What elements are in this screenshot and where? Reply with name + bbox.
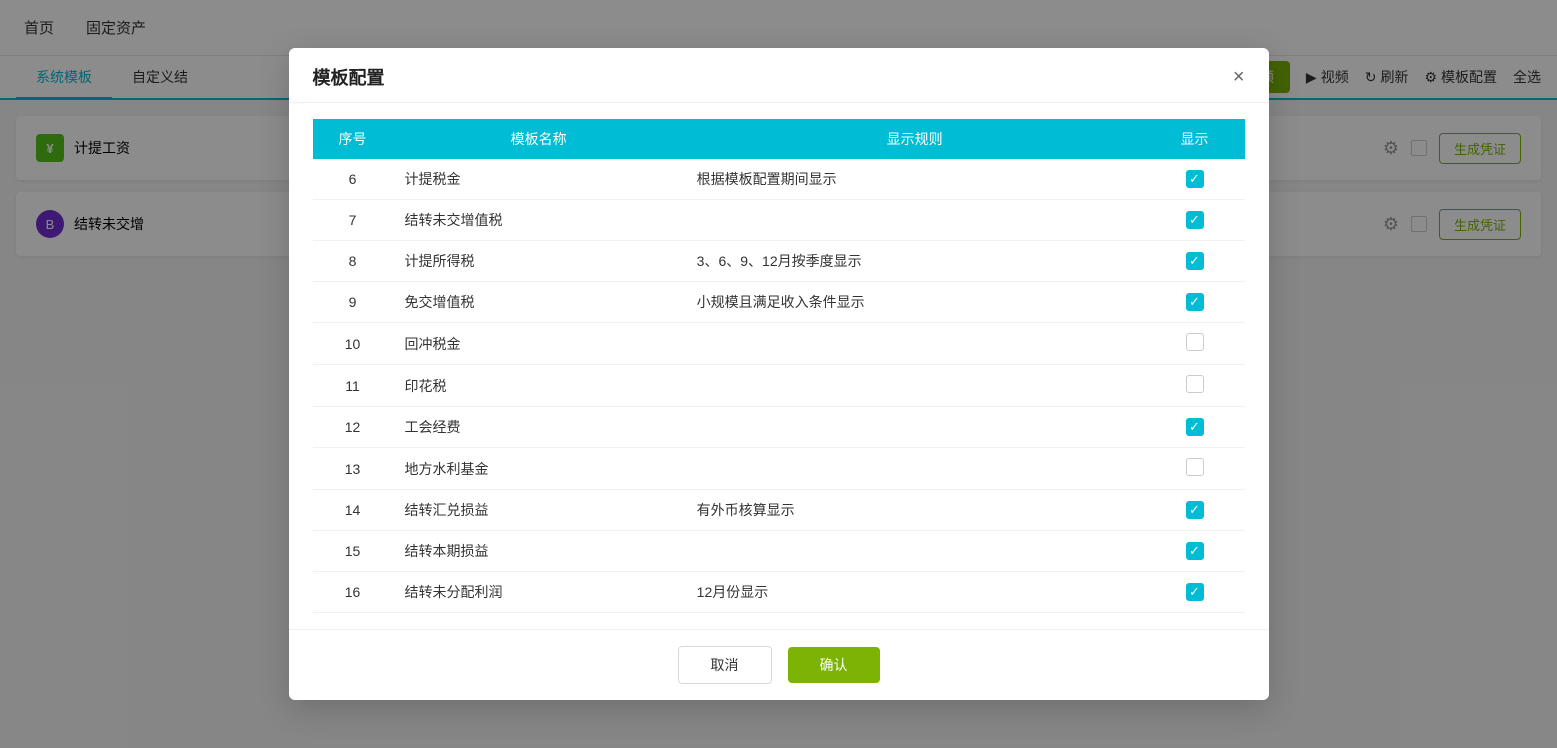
- checkbox-checked-icon[interactable]: ✓: [1186, 170, 1204, 188]
- cell-checkbox: ✓: [1145, 531, 1245, 572]
- confirm-button[interactable]: 确认: [788, 647, 880, 683]
- cell-id: 10: [313, 323, 393, 365]
- cell-name: 结转未交增值税: [393, 200, 685, 241]
- cell-name: 结转汇兑损益: [393, 490, 685, 531]
- modal-close-button[interactable]: ×: [1233, 67, 1245, 87]
- cell-rule: [685, 200, 1145, 241]
- cell-id: 6: [313, 159, 393, 200]
- col-header-name: 模板名称: [393, 119, 685, 159]
- cell-name: 计提税金: [393, 159, 685, 200]
- cell-checkbox: ✓: [1145, 282, 1245, 323]
- cell-name: 地方水利基金: [393, 448, 685, 490]
- cell-id: 11: [313, 365, 393, 407]
- cell-checkbox: ✓: [1145, 241, 1245, 282]
- cell-id: 13: [313, 448, 393, 490]
- modal-title: 模板配置: [313, 64, 385, 90]
- table-row: 15结转本期损益 ✓: [313, 531, 1245, 572]
- modal-body: 序号 模板名称 显示规则 显示 6计提税金根据模板配置期间显示✓7结转未交增值税…: [289, 103, 1269, 629]
- checkbox-checked-icon[interactable]: ✓: [1186, 418, 1204, 436]
- cell-rule: [685, 407, 1145, 448]
- table-row: 11印花税: [313, 365, 1245, 407]
- checkbox-unchecked-icon[interactable]: [1186, 458, 1204, 476]
- cell-name: 计提所得税: [393, 241, 685, 282]
- table-row: 10回冲税金: [313, 323, 1245, 365]
- cell-checkbox: ✓: [1145, 407, 1245, 448]
- cell-id: 12: [313, 407, 393, 448]
- col-header-rule: 显示规则: [685, 119, 1145, 159]
- checkbox-unchecked-icon[interactable]: [1186, 333, 1204, 351]
- cell-rule: 根据模板配置期间显示: [685, 159, 1145, 200]
- table-row: 13地方水利基金: [313, 448, 1245, 490]
- table-row: 7结转未交增值税 ✓: [313, 200, 1245, 241]
- modal-footer: 取消 确认: [289, 629, 1269, 700]
- table-row: 8计提所得税3、6、9、12月按季度显示 ✓: [313, 241, 1245, 282]
- checkbox-checked-icon[interactable]: ✓: [1186, 293, 1204, 311]
- cell-name: 工会经费: [393, 407, 685, 448]
- table-row: 6计提税金根据模板配置期间显示 ✓: [313, 159, 1245, 200]
- modal-header: 模板配置 ×: [289, 48, 1269, 103]
- cell-rule: 12月份显示: [685, 572, 1145, 613]
- col-header-id: 序号: [313, 119, 393, 159]
- cell-name: 结转本期损益: [393, 531, 685, 572]
- cell-rule: 3、6、9、12月按季度显示: [685, 241, 1145, 282]
- cancel-button[interactable]: 取消: [678, 646, 772, 684]
- cell-checkbox: [1145, 323, 1245, 365]
- checkbox-checked-icon[interactable]: ✓: [1186, 211, 1204, 229]
- table-row: 16结转未分配利润12月份显示 ✓: [313, 572, 1245, 613]
- checkbox-checked-icon[interactable]: ✓: [1186, 501, 1204, 519]
- cell-id: 8: [313, 241, 393, 282]
- cell-name: 免交增值税: [393, 282, 685, 323]
- cell-id: 9: [313, 282, 393, 323]
- config-table: 序号 模板名称 显示规则 显示 6计提税金根据模板配置期间显示✓7结转未交增值税…: [313, 119, 1245, 613]
- cell-checkbox: ✓: [1145, 572, 1245, 613]
- cell-checkbox: [1145, 365, 1245, 407]
- cell-rule: [685, 365, 1145, 407]
- checkbox-checked-icon[interactable]: ✓: [1186, 252, 1204, 270]
- cell-checkbox: ✓: [1145, 200, 1245, 241]
- cell-id: 14: [313, 490, 393, 531]
- table-wrapper[interactable]: 序号 模板名称 显示规则 显示 6计提税金根据模板配置期间显示✓7结转未交增值税…: [313, 119, 1245, 613]
- cell-rule: 有外币核算显示: [685, 490, 1145, 531]
- cell-id: 15: [313, 531, 393, 572]
- cell-checkbox: ✓: [1145, 159, 1245, 200]
- cell-rule: 小规模且满足收入条件显示: [685, 282, 1145, 323]
- cell-checkbox: [1145, 448, 1245, 490]
- cell-rule: [685, 323, 1145, 365]
- cell-id: 16: [313, 572, 393, 613]
- modal-overlay: 模板配置 × 序号 模板名称 显示规则 显示 6计提税金根据模板配置期间显: [0, 0, 1557, 748]
- cell-name: 回冲税金: [393, 323, 685, 365]
- checkbox-unchecked-icon[interactable]: [1186, 375, 1204, 393]
- cell-rule: [685, 448, 1145, 490]
- col-header-show: 显示: [1145, 119, 1245, 159]
- cell-id: 7: [313, 200, 393, 241]
- table-row: 9免交增值税小规模且满足收入条件显示 ✓: [313, 282, 1245, 323]
- cell-checkbox: ✓: [1145, 490, 1245, 531]
- table-row: 14结转汇兑损益有外币核算显示 ✓: [313, 490, 1245, 531]
- cell-name: 结转未分配利润: [393, 572, 685, 613]
- table-row: 12工会经费 ✓: [313, 407, 1245, 448]
- checkbox-checked-icon[interactable]: ✓: [1186, 583, 1204, 601]
- modal-template-config: 模板配置 × 序号 模板名称 显示规则 显示 6计提税金根据模板配置期间显: [289, 48, 1269, 700]
- cell-rule: [685, 531, 1145, 572]
- checkbox-checked-icon[interactable]: ✓: [1186, 542, 1204, 560]
- cell-name: 印花税: [393, 365, 685, 407]
